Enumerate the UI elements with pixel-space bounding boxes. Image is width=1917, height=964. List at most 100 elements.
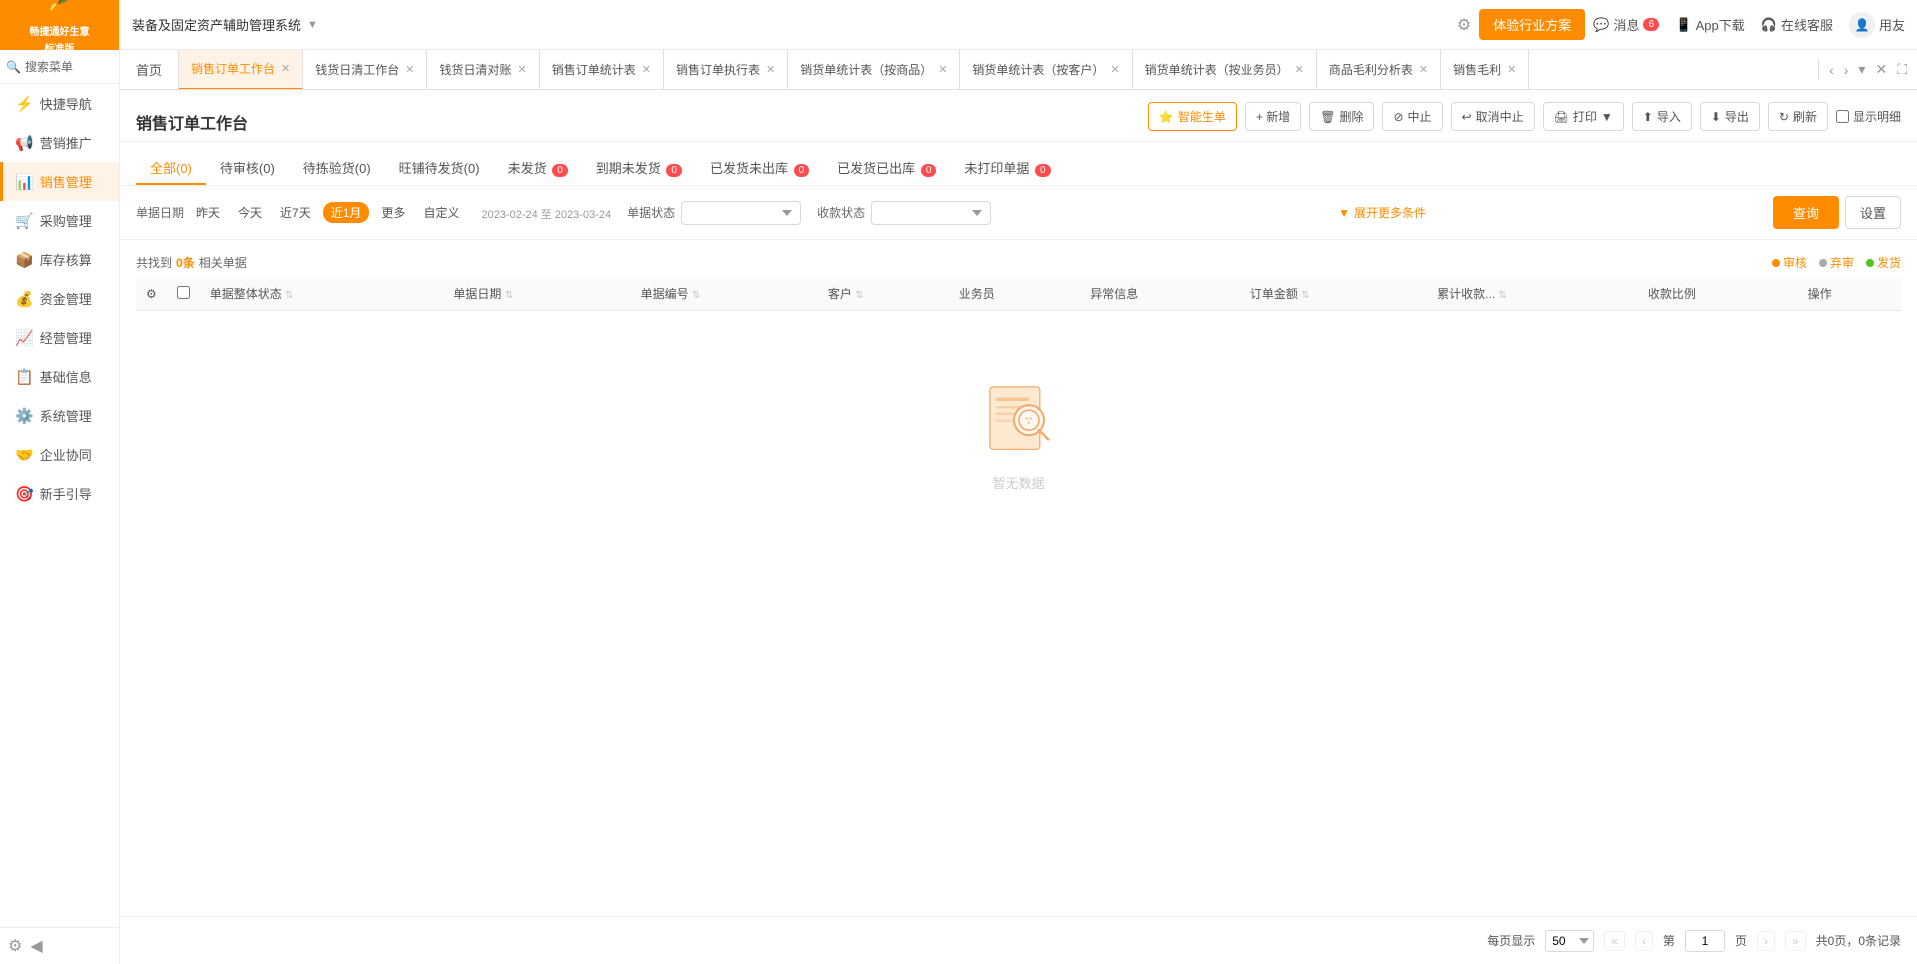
expand-more-btn[interactable]: ▼ 展开更多条件 xyxy=(1338,204,1426,221)
tab-sales-stat-product-close[interactable]: ✕ xyxy=(938,63,947,76)
message-action[interactable]: 💬 消息 6 xyxy=(1593,15,1659,34)
date-option-custom[interactable]: 自定义 xyxy=(417,202,465,223)
tab-sales-workbench[interactable]: 销售订单工作台 ✕ xyxy=(179,50,303,90)
collapse-icon[interactable]: ◀ xyxy=(30,936,42,956)
page-prev-btn[interactable]: ‹ xyxy=(1635,931,1653,951)
tab-cash-reconcile[interactable]: 钱货日清对账 ✕ xyxy=(427,50,539,90)
sort-customer-icon[interactable]: ⇅ xyxy=(855,290,863,301)
tab-sales-stat-customer-close[interactable]: ✕ xyxy=(1110,63,1119,76)
sort-status-icon[interactable]: ⇅ xyxy=(285,290,293,301)
tab-close-all-icon[interactable]: ✕ xyxy=(1871,59,1891,80)
tab-sales-stat-staff-close[interactable]: ✕ xyxy=(1295,63,1304,76)
tab-gross-profit[interactable]: 商品毛利分析表 ✕ xyxy=(1317,50,1441,90)
tab-gross-profit-close[interactable]: ✕ xyxy=(1419,63,1428,76)
stop-label: 中止 xyxy=(1408,108,1432,125)
new-btn[interactable]: + 新增 xyxy=(1245,102,1301,131)
tab-daily-cash-close[interactable]: ✕ xyxy=(405,63,414,76)
sidebar-item-guide[interactable]: 🎯 新手引导 xyxy=(0,474,119,513)
sub-tab-wangpu[interactable]: 旺铺待发货(0) xyxy=(385,152,494,185)
sort-number-icon[interactable]: ⇅ xyxy=(692,290,700,301)
refresh-btn[interactable]: ↻ 刷新 xyxy=(1768,102,1828,131)
void-action-btn[interactable]: 弃审 xyxy=(1819,254,1854,271)
sub-tab-pending-check[interactable]: 待拣验货(0) xyxy=(289,152,385,185)
tab-scroll-left[interactable]: ‹ xyxy=(1825,60,1838,80)
sidebar-item-inventory[interactable]: 📦 库存核算 xyxy=(0,240,119,279)
review-action-btn[interactable]: 审核 xyxy=(1772,254,1807,271)
tab-daily-cash[interactable]: 钱货日清工作台 ✕ xyxy=(303,50,427,90)
tab-home[interactable]: 首页 xyxy=(120,50,179,90)
sub-tab-shipped-stored[interactable]: 已发货已出库 0 xyxy=(823,152,950,185)
sort-payment-icon[interactable]: ⇅ xyxy=(1499,290,1507,301)
export-btn[interactable]: ⬇ 导出 xyxy=(1700,102,1760,131)
sub-tab-wangpu-label: 旺铺待发货(0) xyxy=(399,161,480,176)
tab-sales-stats[interactable]: 销售订单统计表 ✕ xyxy=(540,50,664,90)
smart-create-btn[interactable]: ⭐ 智能生单 xyxy=(1148,102,1237,131)
sidebar-item-quick-nav[interactable]: ⚡ 快捷导航 xyxy=(0,84,119,123)
tab-sales-stat-staff[interactable]: 销货单统计表（按业务员） ✕ xyxy=(1133,50,1317,90)
query-btn[interactable]: 查询 xyxy=(1773,196,1839,229)
sidebar-item-operations[interactable]: 📈 经营管理 xyxy=(0,318,119,357)
sub-tab-not-shipped[interactable]: 未发货 0 xyxy=(494,152,582,185)
col-settings-icon[interactable]: ⚙ xyxy=(146,287,157,301)
per-page-select[interactable]: 50 10 20 100 xyxy=(1545,930,1594,952)
sub-tab-all[interactable]: 全部(0) xyxy=(136,152,206,185)
tab-sales-gross[interactable]: 销售毛利 ✕ xyxy=(1441,50,1529,90)
industry-btn[interactable]: 体验行业方案 xyxy=(1479,9,1585,40)
status-select[interactable] xyxy=(681,201,801,225)
page-next-btn[interactable]: › xyxy=(1757,931,1775,951)
date-option-last7[interactable]: 近7天 xyxy=(274,202,317,223)
show-detail-checkbox-label[interactable]: 显示明细 xyxy=(1836,108,1901,125)
tab-sales-stats-close[interactable]: ✕ xyxy=(642,63,651,76)
date-option-last1month[interactable]: 近1月 xyxy=(323,202,370,223)
sub-tab-overdue[interactable]: 到期未发货 0 xyxy=(582,152,696,185)
sidebar-item-enterprise[interactable]: 🤝 企业协同 xyxy=(0,435,119,474)
empty-illustration xyxy=(969,371,1069,461)
tab-more-icon[interactable]: ▾ xyxy=(1854,59,1869,80)
date-option-yesterday[interactable]: 昨天 xyxy=(190,202,226,223)
user-profile-action[interactable]: 👤 用友 xyxy=(1849,12,1905,38)
sidebar-item-finance[interactable]: 💰 资金管理 xyxy=(0,279,119,318)
sub-tab-not-printed[interactable]: 未打印单据 0 xyxy=(950,152,1064,185)
online-service-action[interactable]: 🎧 在线客服 xyxy=(1761,15,1833,34)
base-info-icon: 📋 xyxy=(15,368,34,386)
sub-tab-shipped-not-stored[interactable]: 已发货未出库 0 xyxy=(696,152,823,185)
select-all-checkbox[interactable] xyxy=(177,286,190,299)
payment-select[interactable] xyxy=(871,201,991,225)
sort-date-icon[interactable]: ⇅ xyxy=(505,290,513,301)
date-option-more[interactable]: 更多 xyxy=(375,202,411,223)
expand-down-icon: ▼ xyxy=(1338,206,1350,220)
settings-icon[interactable]: ⚙ xyxy=(8,936,22,956)
tab-expand-icon[interactable]: ⛶ xyxy=(1893,59,1911,80)
tab-cash-reconcile-close[interactable]: ✕ xyxy=(518,63,527,76)
sidebar-item-marketing[interactable]: 📢 营销推广 xyxy=(0,123,119,162)
page-number-input[interactable] xyxy=(1685,930,1725,952)
tab-sales-exec-close[interactable]: ✕ xyxy=(766,63,775,76)
system-dropdown-icon[interactable]: ▼ xyxy=(307,19,318,31)
tab-sales-stat-customer[interactable]: 销货单统计表（按客户） ✕ xyxy=(960,50,1132,90)
topbar-gear-icon[interactable]: ⚙ xyxy=(1457,15,1471,35)
tab-sales-gross-close[interactable]: ✕ xyxy=(1507,63,1516,76)
sidebar-item-search[interactable]: 🔍 搜索菜单 xyxy=(0,50,119,84)
import-btn[interactable]: ⬆ 导入 xyxy=(1632,102,1692,131)
tab-sales-exec[interactable]: 销售订单执行表 ✕ xyxy=(664,50,788,90)
tab-sales-stat-product[interactable]: 销货单统计表（按商品） ✕ xyxy=(788,50,960,90)
delete-btn[interactable]: 🗑 删除 xyxy=(1309,102,1374,131)
stop-btn[interactable]: ⊘ 中止 xyxy=(1382,102,1442,131)
sub-tab-pending-review[interactable]: 待审核(0) xyxy=(206,152,289,185)
cancel-stop-btn[interactable]: ↩ 取消中止 xyxy=(1451,102,1535,131)
sidebar-item-purchase[interactable]: 🛒 采购管理 xyxy=(0,201,119,240)
print-btn[interactable]: 🖨 打印 ▼ xyxy=(1543,102,1624,131)
date-option-today[interactable]: 今天 xyxy=(232,202,268,223)
sort-amount-icon[interactable]: ⇅ xyxy=(1301,290,1309,301)
tab-sales-workbench-close[interactable]: ✕ xyxy=(281,62,290,75)
tab-scroll-right[interactable]: › xyxy=(1840,60,1853,80)
sidebar-item-base-info[interactable]: 📋 基础信息 xyxy=(0,357,119,396)
show-detail-checkbox[interactable] xyxy=(1836,110,1849,123)
page-first-btn[interactable]: « xyxy=(1604,931,1625,951)
filter-setting-btn[interactable]: 设置 xyxy=(1845,196,1901,229)
sidebar-item-system[interactable]: ⚙️ 系统管理 xyxy=(0,396,119,435)
app-download-action[interactable]: 📱 App下载 xyxy=(1675,15,1744,34)
sidebar-item-sales[interactable]: 📊 销售管理 xyxy=(0,162,119,201)
ship-action-btn[interactable]: 发货 xyxy=(1866,254,1901,271)
page-last-btn[interactable]: » xyxy=(1785,931,1806,951)
